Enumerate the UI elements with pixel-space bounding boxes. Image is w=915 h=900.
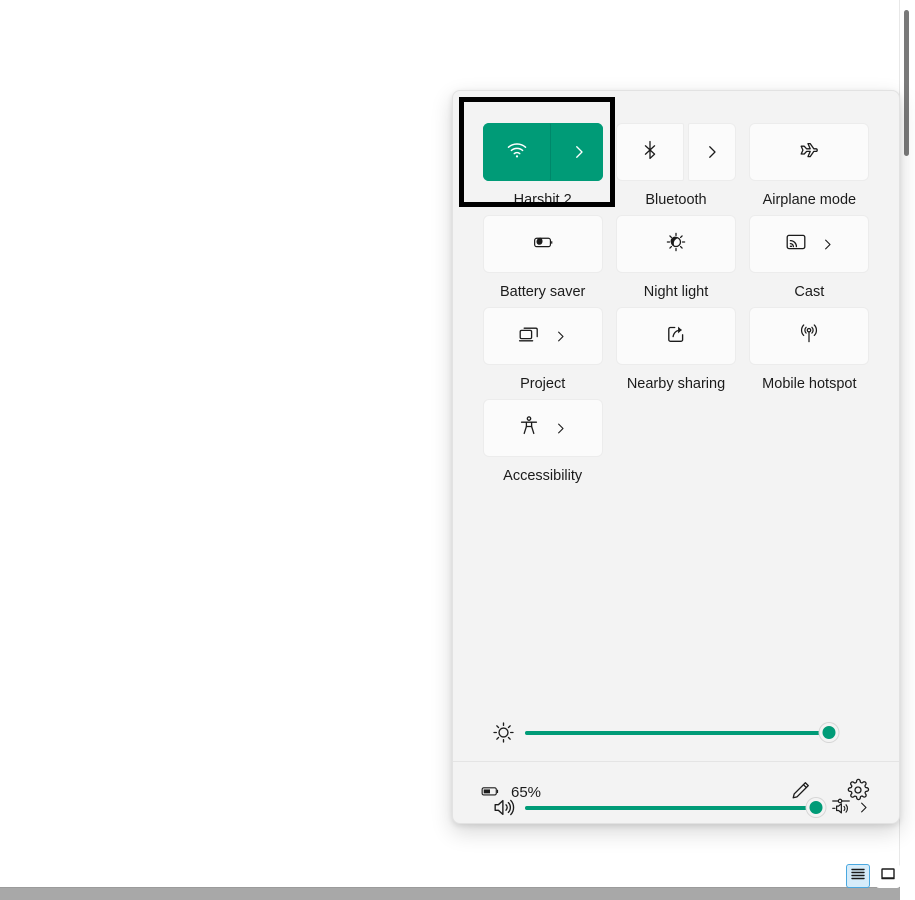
chevron-right-icon — [553, 421, 568, 436]
airplane-icon — [797, 138, 821, 167]
project-label: Project — [520, 376, 566, 392]
quick-setting-bluetooth: Bluetooth — [614, 123, 737, 209]
cast-tile[interactable] — [749, 215, 870, 273]
project-tile[interactable] — [482, 307, 603, 365]
gear-icon — [846, 778, 870, 807]
settings-button[interactable] — [843, 778, 873, 808]
quick-setting-cast: Cast — [748, 215, 871, 301]
chevron-right-icon — [820, 237, 835, 252]
bluetooth-tile[interactable] — [615, 123, 736, 181]
wifi-toggle-button[interactable] — [482, 123, 551, 181]
night-light-icon — [664, 230, 688, 259]
brightness-icon — [481, 720, 525, 745]
project-icon — [517, 322, 541, 351]
mobile-hotspot-tile[interactable] — [749, 307, 870, 365]
cast-icon — [784, 230, 808, 259]
screen: Harshit 2 Bluetooth Airplane mode Batter… — [0, 0, 915, 900]
mobile-hotspot-label: Mobile hotspot — [762, 376, 857, 392]
accessibility-icon — [517, 414, 541, 443]
battery-status[interactable]: 65% — [479, 780, 541, 806]
quick-setting-night-light: Night light — [614, 215, 737, 301]
window-icon — [880, 866, 896, 887]
quick-setting-wifi: Harshit 2 — [481, 123, 604, 209]
wifi-icon — [505, 138, 529, 167]
quick-setting-airplane-mode: Airplane mode — [748, 123, 871, 209]
brightness-slider-row — [481, 695, 871, 770]
bluetooth-label: Bluetooth — [645, 192, 707, 208]
night-light-label: Night light — [643, 284, 709, 300]
nearby-sharing-tile[interactable] — [615, 307, 736, 365]
horizontal-scrollbar[interactable] — [0, 887, 900, 900]
airplane-mode-label: Airplane mode — [762, 192, 857, 208]
battery-saver-label: Battery saver — [499, 284, 586, 300]
quick-settings-grid: Harshit 2 Bluetooth Airplane mode Batter… — [453, 91, 899, 485]
vertical-scrollbar-thumb[interactable] — [904, 10, 909, 156]
night-light-tile[interactable] — [615, 215, 736, 273]
wifi-expand-button[interactable] — [554, 123, 603, 181]
brightness-slider-fill — [525, 730, 829, 735]
quick-setting-nearby-sharing: Nearby sharing — [614, 307, 737, 393]
chevron-right-icon — [703, 143, 721, 161]
wifi-label: Harshit 2 — [513, 192, 572, 208]
battery-percent: 65% — [511, 784, 542, 801]
quick-setting-project: Project — [481, 307, 604, 393]
edit-quick-settings-button[interactable] — [785, 778, 815, 808]
battery-icon — [479, 780, 501, 806]
airplane-mode-tile[interactable] — [749, 123, 870, 181]
window-view-button[interactable] — [876, 864, 900, 888]
bluetooth-expand-button[interactable] — [687, 123, 736, 181]
quick-settings-footer: 65% — [453, 761, 899, 823]
hamburger-menu-button[interactable] — [846, 864, 870, 888]
bluetooth-icon — [639, 139, 661, 166]
quick-setting-accessibility: Accessibility — [481, 399, 604, 485]
nearby-sharing-label: Nearby sharing — [626, 376, 726, 392]
cast-label: Cast — [794, 284, 825, 300]
accessibility-label: Accessibility — [503, 468, 583, 484]
wifi-tile[interactable] — [482, 123, 603, 181]
mobile-hotspot-icon — [797, 322, 821, 351]
bluetooth-toggle-button[interactable] — [615, 123, 684, 181]
brightness-slider[interactable] — [525, 721, 839, 745]
quick-setting-mobile-hotspot: Mobile hotspot — [748, 307, 871, 393]
battery-saver-icon — [530, 229, 556, 260]
chevron-right-icon — [570, 143, 588, 161]
hamburger-menu-icon — [850, 866, 866, 887]
brightness-slider-thumb[interactable] — [819, 723, 839, 742]
vertical-scrollbar[interactable] — [899, 0, 915, 900]
taskbar-buttons — [846, 864, 900, 888]
chevron-right-icon — [553, 329, 568, 344]
quick-settings-panel: Harshit 2 Bluetooth Airplane mode Batter… — [452, 90, 900, 824]
battery-saver-tile[interactable] — [482, 215, 603, 273]
pencil-icon — [789, 779, 812, 807]
quick-setting-battery-saver: Battery saver — [481, 215, 604, 301]
accessibility-tile[interactable] — [482, 399, 603, 457]
nearby-sharing-icon — [664, 322, 688, 351]
footer-actions — [785, 778, 873, 808]
